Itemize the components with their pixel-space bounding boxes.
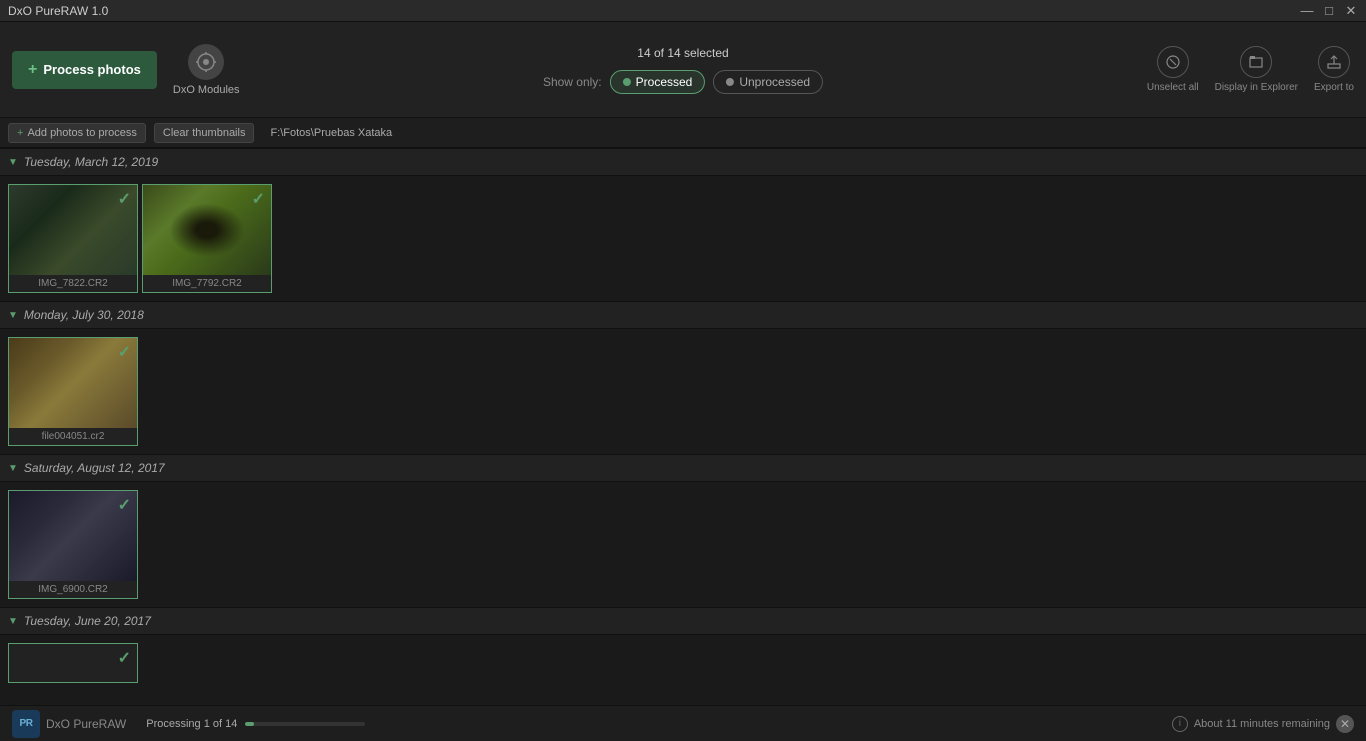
unselect-all-label: Unselect all [1147, 82, 1199, 93]
close-window-button[interactable]: ✕ [1344, 4, 1358, 18]
display-in-explorer-button[interactable]: Display in Explorer [1215, 46, 1298, 93]
date-label-4: Tuesday, June 20, 2017 [24, 614, 151, 628]
chevron-down-icon: ▼ [8, 310, 18, 321]
toolbar-right: Unselect all Display in Explorer Export … [1147, 46, 1354, 93]
secondary-toolbar: + Add photos to process Clear thumbnails… [0, 118, 1366, 148]
date-group-4: ▼ Tuesday, June 20, 2017 ✓ [0, 607, 1366, 691]
status-bar: PR DxO PureRAW Processing 1 of 14 i Abou… [0, 705, 1366, 741]
unselect-all-icon [1157, 46, 1189, 78]
add-photos-button[interactable]: + Add photos to process [8, 123, 146, 143]
check-icon-2: ✓ [252, 189, 265, 209]
filter-processed-button[interactable]: Processed [610, 70, 706, 94]
app-logo: PR DxO PureRAW [12, 710, 126, 738]
unselect-all-button[interactable]: Unselect all [1147, 46, 1199, 93]
selection-count: 14 of 14 selected [637, 46, 728, 60]
progress-bar [245, 722, 365, 726]
path-subfolder: Pruebas Xataka [314, 127, 392, 139]
date-group-1: ▼ Tuesday, March 12, 2019 IMG_7822.CR2 ✓… [0, 148, 1366, 301]
main-toolbar: + Process photos DxO Modules 14 of 14 se… [0, 22, 1366, 118]
display-in-explorer-icon [1240, 46, 1272, 78]
chevron-down-icon: ▼ [8, 157, 18, 168]
check-icon-4: ✓ [118, 495, 131, 515]
photo-label-4: IMG_6900.CR2 [9, 581, 137, 598]
photo-grid-1: IMG_7822.CR2 ✓ IMG_7792.CR2 ✓ [0, 176, 1366, 301]
filter-unprocessed-button[interactable]: Unprocessed [713, 70, 823, 94]
app-logo-icon: PR [12, 710, 40, 738]
date-label-2: Monday, July 30, 2018 [24, 308, 144, 322]
path-display: F:\Fotos\Pruebas Xataka [270, 127, 392, 139]
progress-bar-fill [245, 722, 253, 726]
date-header-1[interactable]: ▼ Tuesday, March 12, 2019 [0, 148, 1366, 176]
add-photos-label: Add photos to process [27, 127, 136, 139]
dxo-modules-label: DxO Modules [173, 84, 240, 96]
export-to-icon [1318, 46, 1350, 78]
clear-thumbnails-label: Clear thumbnails [163, 127, 246, 139]
unprocessed-dot [726, 78, 734, 86]
clear-thumbnails-button[interactable]: Clear thumbnails [154, 123, 255, 143]
export-to-button[interactable]: Export to [1314, 46, 1354, 93]
date-group-3: ▼ Saturday, August 12, 2017 IMG_6900.CR2… [0, 454, 1366, 607]
logo-text: PR [20, 718, 33, 729]
check-icon-1: ✓ [118, 189, 131, 209]
minimize-button[interactable]: — [1300, 4, 1314, 18]
date-label-1: Tuesday, March 12, 2019 [24, 155, 158, 169]
photo-label-3: file004051.cr2 [9, 428, 137, 445]
info-icon: i [1172, 716, 1188, 732]
app-name-label: DxO PureRAW [46, 717, 126, 731]
date-group-2: ▼ Monday, July 30, 2018 file004051.cr2 ✓ [0, 301, 1366, 454]
chevron-down-icon: ▼ [8, 616, 18, 627]
dxo-modules-icon [188, 44, 224, 80]
path-prefix: F: [270, 127, 280, 139]
display-in-explorer-label: Display in Explorer [1215, 82, 1298, 93]
list-item[interactable]: ✓ [8, 643, 138, 683]
time-remaining: i About 11 minutes remaining ✕ [1172, 715, 1354, 733]
photo-grid-2: file004051.cr2 ✓ [0, 329, 1366, 454]
processing-label: Processing 1 of 14 [146, 718, 237, 730]
photo-label-2: IMG_7792.CR2 [143, 275, 271, 292]
process-photos-button[interactable]: + Process photos [12, 51, 157, 89]
toolbar-center: 14 of 14 selected Show only: Processed U… [543, 46, 823, 94]
plus-icon: + [28, 61, 37, 79]
process-photos-label: Process photos [43, 62, 141, 77]
filter-bar: Show only: Processed Unprocessed [543, 70, 823, 94]
photo-grid-4: ✓ [0, 635, 1366, 691]
date-header-3[interactable]: ▼ Saturday, August 12, 2017 [0, 454, 1366, 482]
dxo-modules-button[interactable]: DxO Modules [173, 44, 240, 96]
photo-grid-3: IMG_6900.CR2 ✓ [0, 482, 1366, 607]
check-icon-5: ✓ [118, 648, 131, 668]
check-icon-3: ✓ [118, 342, 131, 362]
path-folder: \Fotos\ [280, 127, 314, 139]
processed-dot [623, 78, 631, 86]
export-to-label: Export to [1314, 82, 1354, 93]
list-item[interactable]: IMG_6900.CR2 ✓ [8, 490, 138, 599]
filter-label: Show only: [543, 75, 602, 89]
app-title: DxO PureRAW 1.0 [8, 4, 108, 18]
date-header-2[interactable]: ▼ Monday, July 30, 2018 [0, 301, 1366, 329]
close-processing-button[interactable]: ✕ [1336, 715, 1354, 733]
date-header-4[interactable]: ▼ Tuesday, June 20, 2017 [0, 607, 1366, 635]
photo-label-1: IMG_7822.CR2 [9, 275, 137, 292]
filter-unprocessed-label: Unprocessed [739, 75, 810, 89]
main-content: ▼ Tuesday, March 12, 2019 IMG_7822.CR2 ✓… [0, 148, 1366, 705]
list-item[interactable]: file004051.cr2 ✓ [8, 337, 138, 446]
add-photos-plus-icon: + [17, 127, 23, 139]
list-item[interactable]: IMG_7792.CR2 ✓ [142, 184, 272, 293]
maximize-button[interactable]: □ [1322, 4, 1336, 18]
chevron-down-icon: ▼ [8, 463, 18, 474]
time-remaining-label: About 11 minutes remaining [1194, 718, 1330, 730]
list-item[interactable]: IMG_7822.CR2 ✓ [8, 184, 138, 293]
title-bar: DxO PureRAW 1.0 — □ ✕ [0, 0, 1366, 22]
date-label-3: Saturday, August 12, 2017 [24, 461, 165, 475]
window-controls: — □ ✕ [1300, 4, 1358, 18]
filter-processed-label: Processed [636, 75, 693, 89]
processing-status: Processing 1 of 14 [146, 718, 365, 730]
